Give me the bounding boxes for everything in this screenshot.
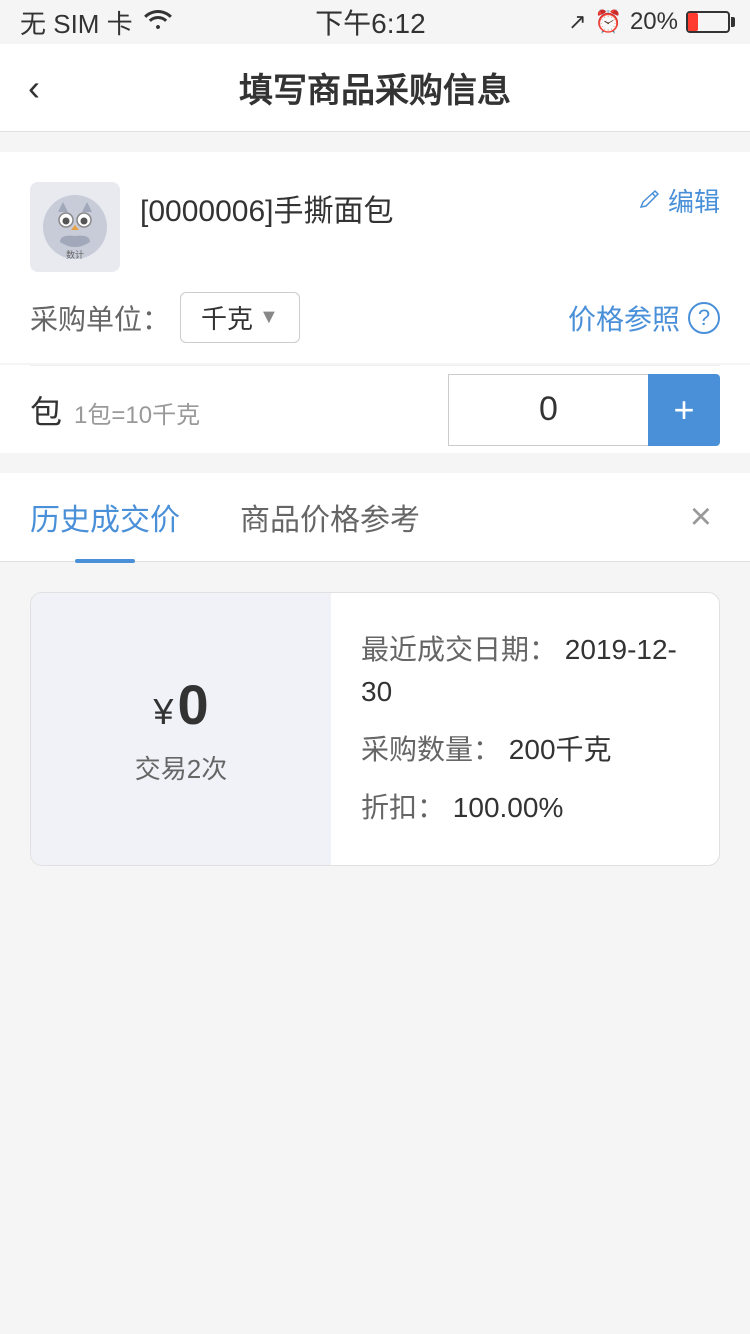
card-section: ¥ 0 交易2次 最近成交日期： 2019-12-30 采购数量： 200千克 … <box>0 562 750 896</box>
tab-product-price-ref[interactable]: 商品价格参考 <box>240 471 420 563</box>
quantity-input[interactable]: 0 <box>448 374 648 446</box>
unit-value: 千克 <box>201 299 253 336</box>
quantity-section: 包 1包=10千克 0 + <box>0 365 750 453</box>
carrier-text: 无 SIM 卡 <box>20 4 133 41</box>
product-logo: 数计 <box>40 192 110 262</box>
card-price-value: 0 <box>177 672 208 737</box>
unit-select[interactable]: 千克 ▼ <box>180 292 300 343</box>
location-icon: ↗ <box>568 9 586 35</box>
card-transactions: 交易2次 <box>135 749 227 786</box>
discount-label: 折扣： <box>361 792 445 823</box>
tab-history-price[interactable]: 历史成交价 <box>30 471 180 563</box>
quantity-unit-sub: 1包=10千克 <box>74 395 200 430</box>
card-price-details: 最近成交日期： 2019-12-30 采购数量： 200千克 折扣： 100.0… <box>331 593 719 865</box>
product-section: 数计 [0000006]手撕面包 编辑 采购单位： 千克 ▼ 价格参照 ? <box>0 152 750 363</box>
quantity-unit-main: 包 <box>30 387 62 433</box>
discount-value: 100.00% <box>453 792 564 823</box>
product-thumbnail: 数计 <box>30 182 120 272</box>
header: ‹ 填写商品采购信息 <box>0 44 750 132</box>
tabs-section: 历史成交价 商品价格参考 × <box>0 473 750 562</box>
svg-text:数计: 数计 <box>66 249 84 260</box>
card-price-summary: ¥ 0 交易2次 <box>31 593 331 865</box>
purchase-qty-row: 采购数量： 200千克 <box>361 729 689 771</box>
recent-date-row: 最近成交日期： 2019-12-30 <box>361 629 689 713</box>
currency-symbol: ¥ <box>153 691 173 733</box>
close-button[interactable]: × <box>682 488 720 547</box>
wifi-icon <box>143 7 173 38</box>
status-time: 下午6:12 <box>315 2 426 42</box>
edit-icon <box>638 188 664 214</box>
purchase-qty-label: 采购数量： <box>361 734 501 765</box>
battery-percent: 20% <box>630 8 678 36</box>
alarm-icon: ⏰ <box>595 9 622 35</box>
back-button[interactable]: ‹ <box>28 67 40 109</box>
price-reference-button[interactable]: 价格参照 ? <box>568 298 720 338</box>
discount-row: 折扣： 100.00% <box>361 787 689 829</box>
price-card: ¥ 0 交易2次 最近成交日期： 2019-12-30 采购数量： 200千克 … <box>30 592 720 866</box>
help-icon: ? <box>688 302 720 334</box>
recent-date-label: 最近成交日期： <box>361 634 557 665</box>
edit-button[interactable]: 编辑 <box>638 182 720 219</box>
status-bar: 无 SIM 卡 下午6:12 ↗ ⏰ 20% <box>0 0 750 44</box>
page-title: 填写商品采购信息 <box>239 63 511 112</box>
purchase-qty-value: 200千克 <box>509 734 612 765</box>
tab-underline <box>75 559 135 563</box>
product-name: [0000006]手撕面包 <box>140 186 393 230</box>
quantity-plus-button[interactable]: + <box>648 374 720 446</box>
battery-icon <box>686 11 730 33</box>
dropdown-arrow-icon: ▼ <box>259 306 279 329</box>
unit-label: 采购单位： <box>30 298 170 338</box>
status-right: ↗ ⏰ 20% <box>568 8 730 36</box>
status-left: 无 SIM 卡 <box>20 4 173 41</box>
